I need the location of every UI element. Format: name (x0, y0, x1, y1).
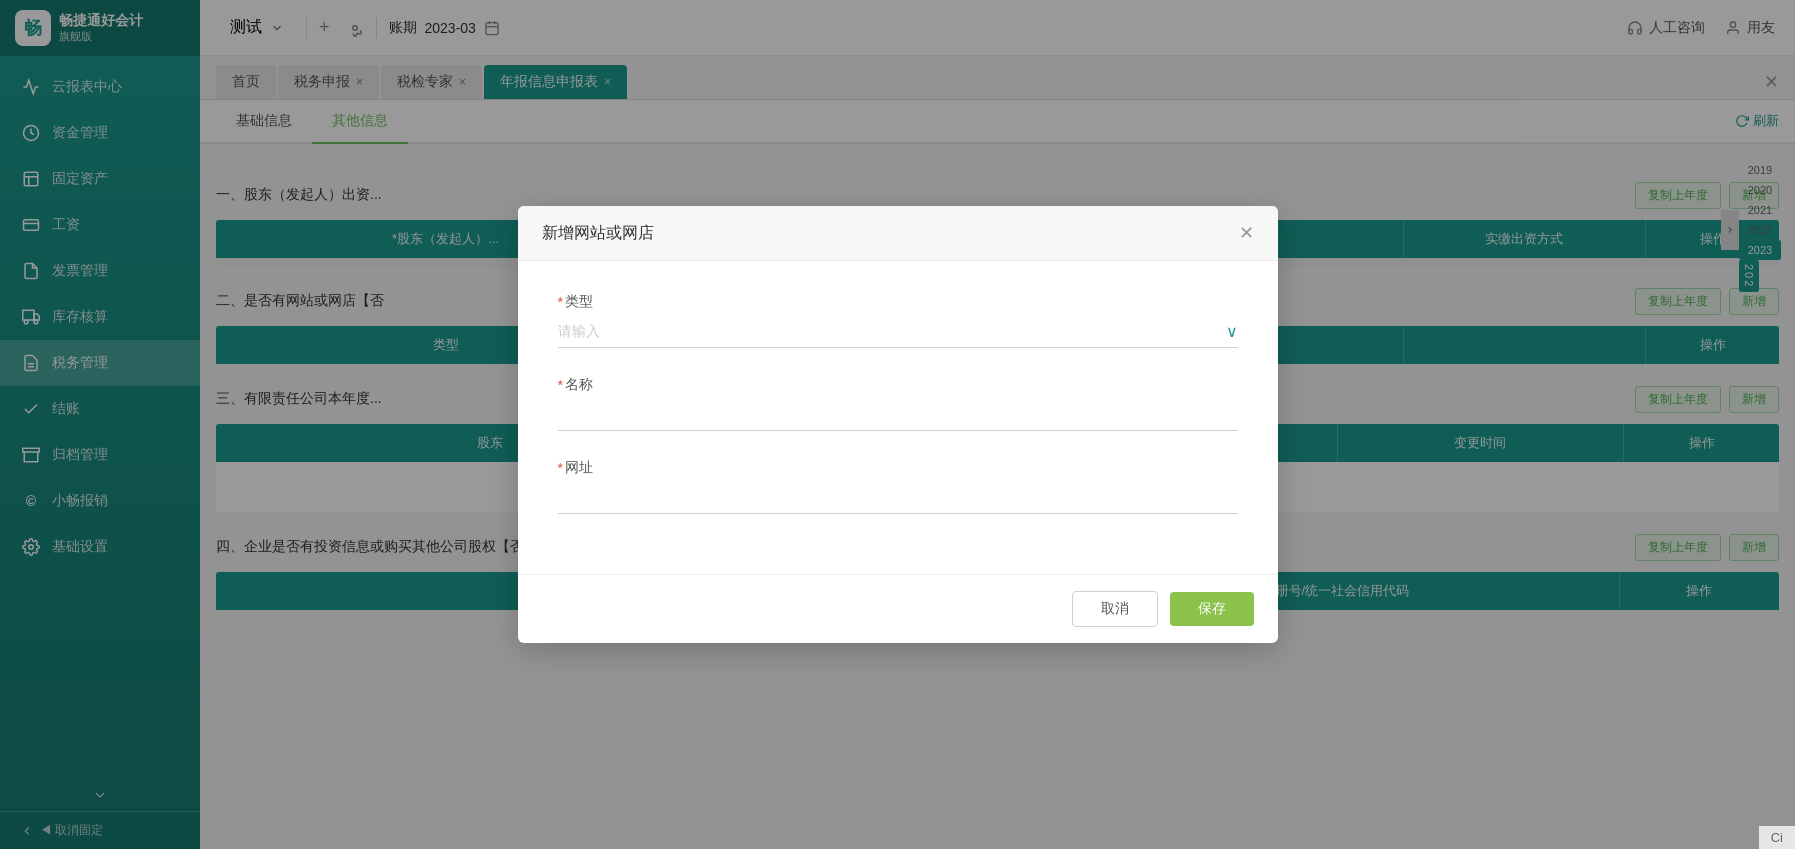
modal-body: * 类型 ∨ * 名称 * (518, 261, 1278, 574)
name-label: * 名称 (558, 376, 1238, 394)
modal-footer: 取消 保存 (518, 574, 1278, 643)
type-input[interactable] (558, 319, 1226, 343)
add-website-modal: 新增网站或网店 ✕ * 类型 ∨ * 名称 (518, 206, 1278, 643)
bottom-watermark: Ci (1759, 826, 1795, 849)
form-field-name: * 名称 (558, 376, 1238, 431)
form-field-url: * 网址 (558, 459, 1238, 514)
modal-title: 新增网站或网店 (542, 223, 654, 244)
url-input-wrap (558, 485, 1238, 514)
url-label: * 网址 (558, 459, 1238, 477)
modal-close-btn[interactable]: ✕ (1239, 222, 1254, 244)
url-input[interactable] (558, 485, 1238, 509)
type-label: * 类型 (558, 293, 1238, 311)
url-required-star: * (558, 460, 563, 476)
save-button[interactable]: 保存 (1170, 592, 1254, 626)
name-input[interactable] (558, 402, 1238, 426)
type-dropdown-icon[interactable]: ∨ (1226, 322, 1238, 341)
name-input-wrap (558, 402, 1238, 431)
modal-header: 新增网站或网店 ✕ (518, 206, 1278, 261)
modal-overlay: 新增网站或网店 ✕ * 类型 ∨ * 名称 (0, 0, 1795, 849)
name-required-star: * (558, 377, 563, 393)
type-required-star: * (558, 294, 563, 310)
form-field-type: * 类型 ∨ (558, 293, 1238, 348)
type-input-wrap: ∨ (558, 319, 1238, 348)
cancel-button[interactable]: 取消 (1072, 591, 1158, 627)
